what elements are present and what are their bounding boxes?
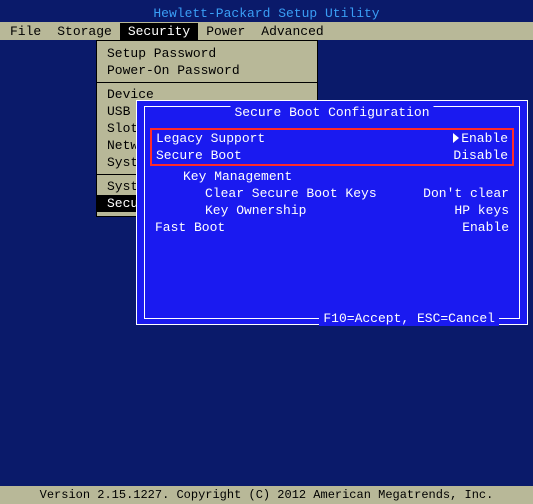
value-secure: Disable bbox=[453, 147, 508, 164]
menu-advanced[interactable]: Advanced bbox=[253, 23, 331, 40]
dd-poweron-password[interactable]: Power-On Password bbox=[97, 62, 317, 79]
row-clear-keys[interactable]: Clear Secure Boot Keys Don't clear bbox=[151, 185, 513, 202]
row-key-ownership[interactable]: Key Ownership HP keys bbox=[151, 202, 513, 219]
app-title: Hewlett-Packard Setup Utility bbox=[0, 6, 533, 21]
value-clear: Don't clear bbox=[423, 185, 509, 202]
value-owner: HP keys bbox=[454, 202, 509, 219]
menu-power[interactable]: Power bbox=[198, 23, 253, 40]
label-fast: Fast Boot bbox=[155, 219, 225, 236]
row-fast-boot[interactable]: Fast Boot Enable bbox=[151, 219, 513, 236]
menu-file[interactable]: File bbox=[2, 23, 49, 40]
popup-footer-hint: F10=Accept, ESC=Cancel bbox=[319, 311, 499, 326]
label-owner: Key Ownership bbox=[155, 202, 306, 219]
label-legacy: Legacy Support bbox=[156, 130, 265, 147]
menubar: File Storage Security Power Advanced bbox=[0, 22, 533, 40]
label-keymgmt: Key Management bbox=[155, 168, 292, 185]
menu-security[interactable]: Security bbox=[120, 23, 198, 40]
value-fast: Enable bbox=[462, 219, 509, 236]
arrow-icon bbox=[453, 133, 459, 143]
row-key-management[interactable]: Key Management bbox=[151, 168, 513, 185]
row-secure-boot[interactable]: Secure Boot Disable bbox=[152, 147, 512, 164]
dd-setup-password[interactable]: Setup Password bbox=[97, 45, 317, 62]
value-legacy: Enable bbox=[453, 130, 508, 147]
secure-boot-popup: Secure Boot Configuration F10=Accept, ES… bbox=[136, 100, 528, 325]
row-legacy-support[interactable]: Legacy Support Enable bbox=[152, 130, 512, 147]
highlighted-options: Legacy Support Enable Secure Boot Disabl… bbox=[150, 128, 514, 166]
label-clear: Clear Secure Boot Keys bbox=[155, 185, 377, 202]
popup-title: Secure Boot Configuration bbox=[230, 105, 433, 120]
menu-storage[interactable]: Storage bbox=[49, 23, 120, 40]
bottom-bar: Version 2.15.1227. Copyright (C) 2012 Am… bbox=[0, 486, 533, 504]
label-secure: Secure Boot bbox=[156, 147, 242, 164]
